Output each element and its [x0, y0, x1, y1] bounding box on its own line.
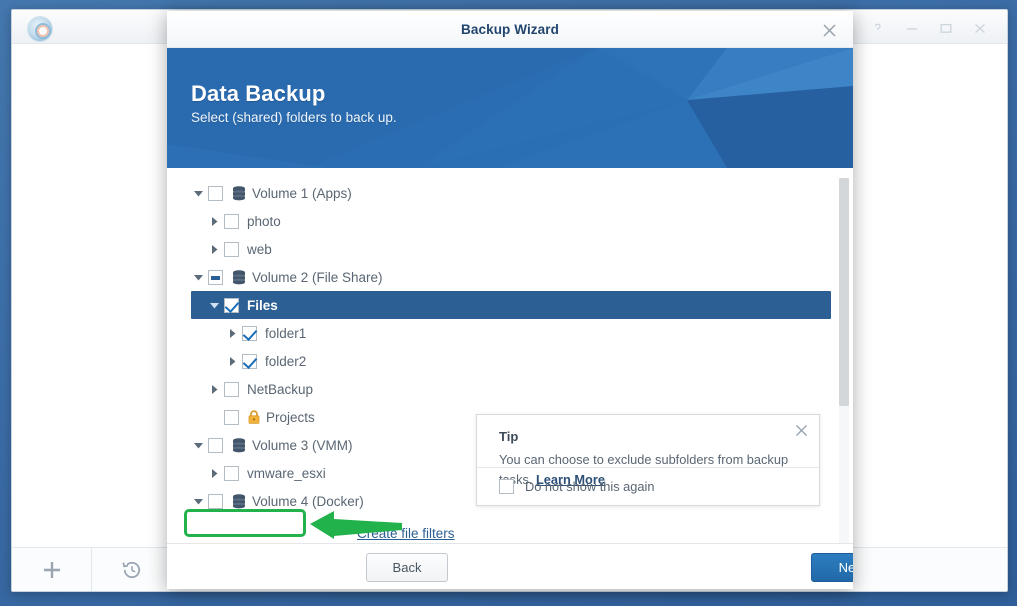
volume-icon: [231, 185, 247, 201]
chevron-down-icon[interactable]: [191, 487, 205, 515]
tree-row-label: Volume 3 (VMM): [252, 437, 353, 453]
dialog-close-button[interactable]: [817, 19, 841, 41]
tip-footer: Do not show this again: [477, 467, 819, 505]
history-restore-icon: [121, 559, 143, 581]
tree-checkbox[interactable]: [208, 185, 223, 201]
minimize-button[interactable]: [897, 18, 927, 38]
tree-row[interactable]: photo: [191, 207, 833, 235]
tree-checkbox[interactable]: [224, 297, 239, 313]
do-not-show-label: Do not show this again: [525, 479, 655, 494]
create-file-filters-wrap: Create file filters: [357, 525, 455, 543]
backup-app-logo: [27, 16, 53, 42]
tree-row[interactable]: Volume 2 (File Share): [191, 263, 833, 291]
next-button[interactable]: Next: [811, 553, 853, 582]
tree-row-label: photo: [247, 213, 281, 229]
tree-row-label: Volume 2 (File Share): [252, 269, 383, 285]
chevron-down-icon[interactable]: [191, 179, 205, 207]
tree-checkbox[interactable]: [224, 465, 239, 481]
tree-row[interactable]: Volume 1 (Apps): [191, 179, 833, 207]
page-subtitle: Select (shared) folders to back up.: [191, 110, 397, 126]
maximize-button[interactable]: [931, 18, 961, 38]
tree-row-label: NetBackup: [247, 381, 314, 397]
tree-row[interactable]: web: [191, 235, 833, 263]
chevron-down-icon[interactable]: [191, 263, 205, 291]
chevron-right-icon[interactable]: [225, 319, 239, 347]
dialog-titlebar: Backup Wizard: [167, 11, 853, 48]
tip-popup: Tip You can choose to exclude subfolders…: [476, 414, 820, 506]
chevron-down-icon[interactable]: [191, 431, 205, 459]
tree-checkbox[interactable]: [224, 241, 239, 257]
chevron-right-icon[interactable]: [207, 375, 221, 403]
tree-row-label: folder1: [265, 325, 307, 341]
tree-checkbox[interactable]: [224, 213, 239, 229]
close-icon: [795, 424, 807, 436]
window-controls: [863, 18, 995, 38]
dialog-footer: Back Next Cancel: [167, 543, 853, 589]
tree-checkbox[interactable]: [208, 269, 223, 285]
help-button[interactable]: [863, 18, 893, 38]
tip-title: Tip: [499, 429, 519, 444]
create-file-filters-link[interactable]: Create file filters: [357, 526, 455, 541]
tree-checkbox[interactable]: [208, 437, 223, 453]
tree-checkbox[interactable]: [242, 325, 257, 341]
chevron-right-icon[interactable]: [207, 235, 221, 263]
tree-checkbox[interactable]: [242, 353, 257, 369]
page-title: Data Backup: [191, 81, 326, 106]
tree-checkbox[interactable]: [224, 409, 239, 425]
back-button[interactable]: Back: [366, 553, 448, 582]
tree-row-label: Volume 4 (Docker): [252, 493, 364, 509]
tree-row-label: Projects: [266, 409, 315, 425]
tree-row[interactable]: Files: [191, 291, 831, 319]
tree-row[interactable]: folder2: [191, 347, 833, 375]
restore-history-button[interactable]: [92, 548, 172, 591]
tree-row-label: folder2: [265, 353, 307, 369]
tree-row-label: Volume 1 (Apps): [252, 185, 352, 201]
dialog-banner: Data Backup Select (shared) folders to b…: [167, 48, 853, 168]
chevron-right-icon[interactable]: [225, 347, 239, 375]
tree-row[interactable]: folder1: [191, 319, 833, 347]
chevron-right-icon[interactable]: [207, 459, 221, 487]
add-button[interactable]: [12, 548, 92, 591]
dialog-title: Backup Wizard: [461, 21, 559, 37]
backup-wizard-dialog: Backup Wizard Data Backup Select (shared…: [167, 11, 853, 589]
close-button[interactable]: [965, 18, 995, 38]
volume-icon: [231, 269, 247, 285]
close-icon: [822, 23, 836, 37]
screen: Backup Wizard Data Backup Select (shared…: [0, 0, 1017, 606]
tree-row-label: vmware_esxi: [247, 465, 326, 481]
banner-text-block: Data Backup Select (shared) folders to b…: [191, 81, 397, 125]
chevron-down-icon[interactable]: [207, 291, 221, 319]
tree-row-label: Files: [247, 297, 278, 313]
volume-icon: [231, 437, 247, 453]
tree-checkbox[interactable]: [224, 381, 239, 397]
tree-checkbox[interactable]: [208, 493, 223, 509]
tree-scrollbar-track[interactable]: [839, 178, 849, 543]
lock-icon: [247, 409, 261, 425]
tree-row-label: web: [247, 241, 272, 257]
folder-tree-panel: Volume 1 (Apps) photo web Volume 2 (File Sh…: [167, 168, 853, 553]
volume-icon: [231, 493, 247, 509]
tip-close-button[interactable]: [792, 421, 810, 439]
tree-scrollbar-thumb[interactable]: [839, 178, 849, 406]
tree-row[interactable]: NetBackup: [191, 375, 833, 403]
plus-icon: [41, 559, 63, 581]
chevron-right-icon[interactable]: [207, 207, 221, 235]
do-not-show-checkbox[interactable]: [499, 479, 514, 494]
